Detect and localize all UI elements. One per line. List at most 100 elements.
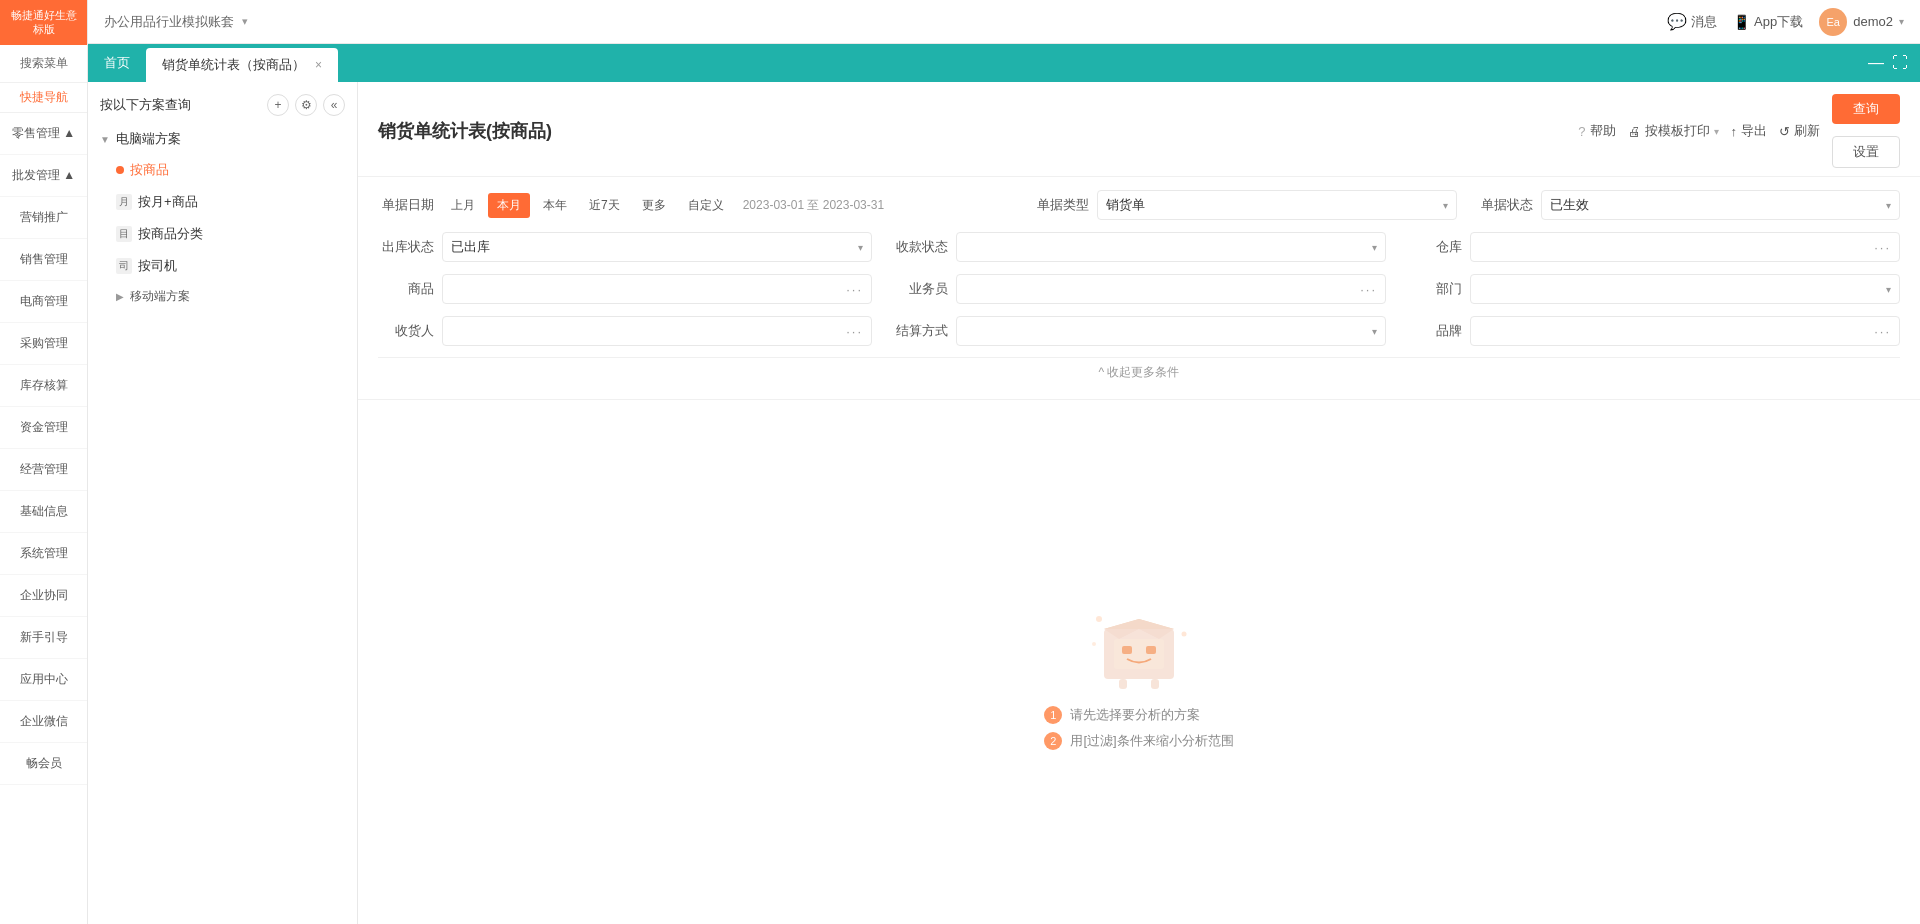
tab-active-label: 销货单统计表（按商品） bbox=[162, 56, 305, 74]
department-label: 部门 bbox=[1406, 280, 1462, 298]
page-title-bar: 销货单统计表(按商品) ? 帮助 🖨 按模板打印 ▾ ↑ 导出 bbox=[358, 82, 1920, 177]
plan-by-driver[interactable]: 司 按司机 bbox=[88, 250, 357, 282]
collapse-bar[interactable]: ^ 收起更多条件 bbox=[378, 357, 1900, 387]
tab-active[interactable]: 销货单统计表（按商品） × bbox=[146, 48, 338, 82]
tab-close-btn[interactable]: × bbox=[315, 58, 322, 72]
brand-input[interactable]: ··· bbox=[1470, 316, 1900, 346]
sidebar-item-guide[interactable]: 新手引导 bbox=[0, 617, 87, 659]
ecommerce-label: 电商管理 bbox=[4, 293, 83, 310]
driver-icon: 司 bbox=[116, 258, 132, 274]
add-plan-btn[interactable]: + bbox=[267, 94, 289, 116]
date-tab-thismonth[interactable]: 本月 bbox=[488, 193, 530, 218]
fullscreen-icon[interactable]: ⛶ bbox=[1892, 54, 1908, 72]
svg-rect-1 bbox=[1114, 639, 1164, 669]
panel-collapse-btn[interactable]: « bbox=[323, 94, 345, 116]
finance-label: 资金管理 bbox=[4, 419, 83, 436]
print-btn[interactable]: 🖨 按模板打印 ▾ bbox=[1628, 122, 1719, 140]
sidebar-item-sales[interactable]: 销售管理 bbox=[0, 239, 87, 281]
date-tab-custom[interactable]: 自定义 bbox=[679, 193, 733, 218]
industry-dropdown-arrow[interactable]: ▾ bbox=[242, 15, 248, 28]
settlement-select[interactable]: ▾ bbox=[956, 316, 1386, 346]
salesman-input[interactable]: ··· bbox=[956, 274, 1386, 304]
refresh-icon: ↺ bbox=[1779, 124, 1790, 139]
setting-btn[interactable]: 设置 bbox=[1832, 136, 1900, 168]
goods-input[interactable]: ··· bbox=[442, 274, 872, 304]
plan-by-month-goods[interactable]: 月 按月+商品 bbox=[88, 186, 357, 218]
app-logo[interactable]: 畅捷通好生意 标版 bbox=[0, 0, 87, 45]
plan-by-goods[interactable]: 按商品 bbox=[88, 154, 357, 186]
basic-label: 基础信息 bbox=[4, 503, 83, 520]
svg-point-5 bbox=[1182, 632, 1187, 637]
user-dropdown-arrow: ▾ bbox=[1899, 16, 1904, 27]
date-tab-lastmonth[interactable]: 上月 bbox=[442, 193, 484, 218]
sidebar-item-basic[interactable]: 基础信息 bbox=[0, 491, 87, 533]
sidebar-item-wholesale[interactable]: 批发管理 ▲ bbox=[0, 155, 87, 197]
date-tab-7days[interactable]: 近7天 bbox=[580, 193, 629, 218]
sidebar-item-purchase[interactable]: 采购管理 bbox=[0, 323, 87, 365]
warehouse-input[interactable]: ··· bbox=[1470, 232, 1900, 262]
query-btn[interactable]: 查询 bbox=[1832, 94, 1900, 124]
sidebar-item-ecommerce[interactable]: 电商管理 bbox=[0, 281, 87, 323]
action-btns: 查询 设置 bbox=[1832, 94, 1900, 168]
warehouse-status-select[interactable]: 已出库 ▾ bbox=[442, 232, 872, 262]
sales-label: 销售管理 bbox=[4, 251, 83, 268]
app-download-btn[interactable]: 📱 App下载 bbox=[1733, 13, 1803, 31]
mobile-plan-group: ▶ 移动端方案 bbox=[88, 282, 357, 311]
department-field: 部门 ▾ bbox=[1406, 273, 1900, 305]
message-btn[interactable]: 💬 消息 bbox=[1667, 12, 1717, 31]
salesman-field: 业务员 ··· bbox=[892, 273, 1386, 305]
date-tab-thisyear[interactable]: 本年 bbox=[534, 193, 576, 218]
filter-row-4: 收货人 ··· 结算方式 ▾ bbox=[378, 315, 1900, 347]
plan-by-category[interactable]: 目 按商品分类 bbox=[88, 218, 357, 250]
desktop-plan-group: ▼ 电脑端方案 按商品 月 按月+商品 目 按商品分类 司 按司机 bbox=[88, 124, 357, 282]
sidebar-item-enterprise[interactable]: 企业协同 bbox=[0, 575, 87, 617]
doc-status-field: 单据状态 已生效 ▾ bbox=[1477, 189, 1900, 221]
close-window-icon[interactable]: — bbox=[1868, 54, 1884, 72]
enterprise-label: 企业协同 bbox=[4, 587, 83, 604]
svg-rect-3 bbox=[1146, 646, 1156, 654]
top-header-left: 办公用品行业模拟账套 ▾ bbox=[104, 13, 248, 31]
sidebar-item-wxenterprise[interactable]: 企业微信 bbox=[0, 701, 87, 743]
filter-row-2: 出库状态 已出库 ▾ 收款状态 ▾ bbox=[378, 231, 1900, 263]
guide-label: 新手引导 bbox=[4, 629, 83, 646]
sidebar-item-system[interactable]: 系统管理 bbox=[0, 533, 87, 575]
sidebar-item-operations[interactable]: 经营管理 bbox=[0, 449, 87, 491]
print-dropdown-arrow: ▾ bbox=[1714, 126, 1719, 137]
avatar: Ea bbox=[1819, 8, 1847, 36]
doc-status-select[interactable]: 已生效 ▾ bbox=[1541, 190, 1900, 220]
search-menu[interactable]: 搜索菜单 bbox=[0, 45, 87, 83]
plan-settings-btn[interactable]: ⚙ bbox=[295, 94, 317, 116]
export-btn[interactable]: ↑ 导出 bbox=[1731, 122, 1768, 140]
sidebar-item-member[interactable]: 畅会员 bbox=[0, 743, 87, 785]
warehouse-label: 仓库 bbox=[1406, 238, 1462, 256]
sidebar-item-retail[interactable]: 零售管理 ▲ bbox=[0, 113, 87, 155]
doc-type-field: 单据类型 销货单 ▾ bbox=[1033, 189, 1456, 221]
help-btn[interactable]: ? 帮助 bbox=[1578, 122, 1615, 140]
date-label: 单据日期 bbox=[378, 196, 434, 214]
mobile-group-toggle[interactable]: ▶ 移动端方案 bbox=[88, 282, 357, 311]
page-content: 按以下方案查询 + ⚙ « ▼ 电脑端方案 按商品 月 按月+ bbox=[88, 82, 1920, 924]
date-tab-more[interactable]: 更多 bbox=[633, 193, 675, 218]
department-select[interactable]: ▾ bbox=[1470, 274, 1900, 304]
chat-icon: 💬 bbox=[1667, 12, 1687, 31]
empty-tip-2: 2 用[过滤]条件来缩小分析范围 bbox=[1044, 732, 1233, 750]
doc-type-select[interactable]: 销货单 ▾ bbox=[1097, 190, 1456, 220]
sidebar-item-appcenter[interactable]: 应用中心 bbox=[0, 659, 87, 701]
doc-status-label: 单据状态 bbox=[1477, 196, 1533, 214]
date-filter-field: 单据日期 上月 本月 本年 近7天 更多 自定义 2023-03-01 至 20… bbox=[378, 189, 1013, 221]
industry-label: 办公用品行业模拟账套 bbox=[104, 13, 234, 31]
tab-home[interactable]: 首页 bbox=[88, 44, 146, 82]
sidebar-item-marketing[interactable]: 营销推广 bbox=[0, 197, 87, 239]
receiver-input[interactable]: ··· bbox=[442, 316, 872, 346]
inventory-label: 库存核算 bbox=[4, 377, 83, 394]
desktop-group-toggle[interactable]: ▼ 电脑端方案 bbox=[88, 124, 357, 154]
payment-status-select[interactable]: ▾ bbox=[956, 232, 1386, 262]
date-filter: 上月 本月 本年 近7天 更多 自定义 2023-03-01 至 2023-03… bbox=[442, 193, 1013, 218]
refresh-btn[interactable]: ↺ 刷新 bbox=[1779, 122, 1820, 140]
sidebar-item-inventory[interactable]: 库存核算 bbox=[0, 365, 87, 407]
settlement-field: 结算方式 ▾ bbox=[892, 315, 1386, 347]
quick-nav[interactable]: 快捷导航 bbox=[0, 83, 87, 113]
sidebar-item-finance[interactable]: 资金管理 bbox=[0, 407, 87, 449]
doc-type-label: 单据类型 bbox=[1033, 196, 1089, 214]
user-menu[interactable]: Ea demo2 ▾ bbox=[1819, 8, 1904, 36]
